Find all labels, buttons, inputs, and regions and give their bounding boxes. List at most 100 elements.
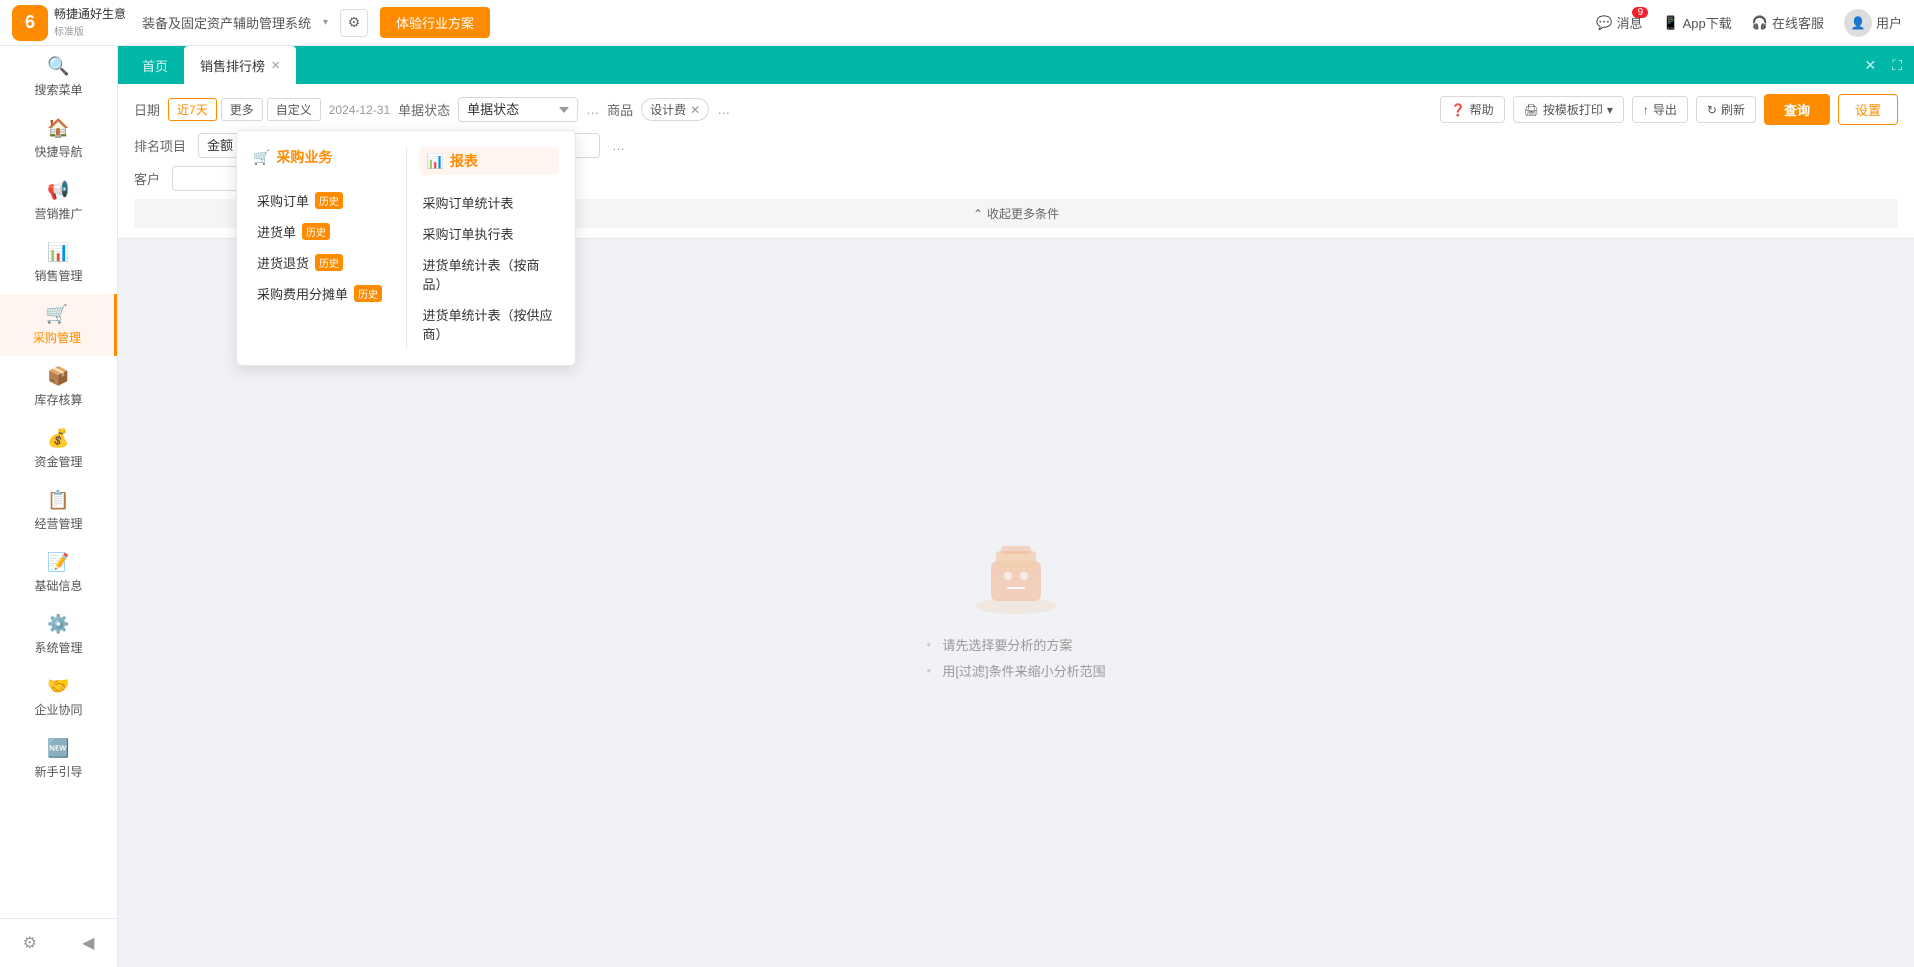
goods-tag-close[interactable]: ✕ xyxy=(690,103,700,117)
top-bar: 6 畅捷通好生意 标准版 装备及固定资产辅助管理系统 ▾ ⚙ 体验行业方案 💬 … xyxy=(0,0,1914,46)
doc-status-more[interactable]: … xyxy=(586,102,599,117)
dropdown-item-purchase-receipt[interactable]: 进货单 历史 xyxy=(253,216,394,247)
export-button[interactable]: ↑ 导出 xyxy=(1632,96,1688,123)
dropdown-item-purchase-expense[interactable]: 采购费用分摊单 历史 xyxy=(253,278,394,309)
megaphone-icon: 📢 xyxy=(47,180,69,201)
sidebar-item-guide[interactable]: 🆕 新手引导 xyxy=(0,728,117,790)
refresh-icon: ↻ xyxy=(1707,103,1717,117)
sidebar-bottom: ⚙ ◀ xyxy=(0,918,117,967)
goods-tag: 设计费 ✕ xyxy=(641,98,709,121)
dropdown-item-report-3[interactable]: 进货单统计表（按供应商） xyxy=(419,299,560,349)
reports-section-icon: 📊 xyxy=(427,153,444,170)
dropdown-item-purchase-order[interactable]: 采购订单 历史 xyxy=(253,185,394,216)
main-layout: 🔍 搜索菜单 🏠 快捷导航 📢 营销推广 📊 销售管理 🛒 采购管理 📦 库存核… xyxy=(0,46,1914,967)
message-badge: 9 xyxy=(1632,7,1648,18)
sidebar-item-marketing[interactable]: 📢 营销推广 xyxy=(0,170,117,232)
date-quick-buttons: 近7天 更多 自定义 xyxy=(168,98,321,121)
sidebar-item-quick-nav[interactable]: 🏠 快捷导航 xyxy=(0,108,117,170)
user-button[interactable]: 👤 用户 xyxy=(1844,9,1902,37)
dropdown-item-purchase-return[interactable]: 进货退货 历史 xyxy=(253,247,394,278)
refresh-button[interactable]: ↻ 刷新 xyxy=(1696,96,1756,123)
purchase-col: 🛒 采购业务 采购订单 历史 进货单 历史 进货退货 历史 xyxy=(253,147,394,349)
rank-item-label: 排名项目 xyxy=(134,136,186,155)
money-icon: 💰 xyxy=(47,428,69,449)
system-title: 装备及固定资产辅助管理系统 xyxy=(142,13,311,32)
gear-icon: ⚙️ xyxy=(47,614,69,635)
doc-status-label: 单据状态 xyxy=(398,100,450,119)
phone-icon: 📱 xyxy=(1662,15,1678,31)
toolbar-right: ❓ 帮助 🖨 按模板打印 ▾ ↑ 导出 ↻ xyxy=(1440,94,1898,125)
message-button[interactable]: 💬 消息 9 xyxy=(1596,13,1642,32)
sidebar: 🔍 搜索菜单 🏠 快捷导航 📢 营销推广 📊 销售管理 🛒 采购管理 📦 库存核… xyxy=(0,46,118,967)
search-icon: 🔍 xyxy=(47,56,69,77)
history-badge-3: 历史 xyxy=(354,285,382,302)
dropdown-item-report-1[interactable]: 采购订单执行表 xyxy=(419,218,560,249)
date-btn-custom[interactable]: 自定义 xyxy=(267,98,321,121)
sidebar-item-enterprise[interactable]: 🤝 企业协同 xyxy=(0,666,117,728)
maximize-window-icon[interactable]: ⛶ xyxy=(1888,53,1906,78)
sidebar-item-search[interactable]: 🔍 搜索菜单 xyxy=(0,46,117,108)
sidebar-item-system[interactable]: ⚙️ 系统管理 xyxy=(0,604,117,666)
tab-sales-ranking[interactable]: 销售排行榜 ✕ xyxy=(184,46,296,84)
empty-tips-list: 请先选择要分析的方案 用[过滤]条件来缩小分析范围 xyxy=(926,633,1105,685)
chart-icon: 📊 xyxy=(47,242,69,263)
help-button[interactable]: ❓ 帮助 xyxy=(1440,96,1505,123)
toolbar-row: 日期 近7天 更多 自定义 2024-12-31 单据状态 单据状态 … xyxy=(134,94,1898,125)
top-right-area: 💬 消息 9 📱 App下载 🎧 在线客服 👤 用户 xyxy=(1596,9,1902,37)
empty-tip-1: 请先选择要分析的方案 xyxy=(926,633,1105,659)
sidebar-item-basic-info[interactable]: 📝 基础信息 xyxy=(0,542,117,604)
goods-label: 商品 xyxy=(607,100,633,119)
print-button[interactable]: 🖨 按模板打印 ▾ xyxy=(1513,96,1624,123)
dropdown-item-report-2[interactable]: 进货单统计表（按商品） xyxy=(419,249,560,299)
purchase-dropdown-menu: 🛒 采购业务 采购订单 历史 进货单 历史 进货退货 历史 xyxy=(236,130,576,366)
purchase-section-icon: 🛒 xyxy=(253,149,270,166)
info-icon: 📝 xyxy=(47,552,69,573)
reports-col-title: 📊 报表 xyxy=(419,147,560,175)
date-btn-7days[interactable]: 近7天 xyxy=(168,98,217,121)
date-end-value: 2024-12-31 xyxy=(329,103,390,117)
tab-bar: 首页 销售排行榜 ✕ ✕ ⛶ xyxy=(118,46,1914,84)
question-icon: ❓ xyxy=(1451,103,1466,117)
tab-close-icon[interactable]: ✕ xyxy=(271,59,280,72)
dropdown-item-report-0[interactable]: 采购订单统计表 xyxy=(419,187,560,218)
sidebar-item-operations[interactable]: 📋 经营管理 xyxy=(0,480,117,542)
logo-icon: 6 xyxy=(12,5,48,41)
settings-bottom-btn[interactable]: ⚙ xyxy=(15,929,45,957)
empty-illustration xyxy=(966,521,1066,621)
reports-col: 📊 报表 采购订单统计表 采购订单执行表 进货单统计表（按商品） 进货单统计表（… xyxy=(419,147,560,349)
industry-button[interactable]: 体验行业方案 xyxy=(380,7,490,38)
handshake-icon: 🤝 xyxy=(47,676,69,697)
app-download-button[interactable]: 📱 App下载 xyxy=(1662,13,1731,32)
customer-label: 客户 xyxy=(134,169,160,188)
new-icon: 🆕 xyxy=(47,738,69,759)
dropdown-divider xyxy=(406,147,407,349)
sidebar-item-purchase[interactable]: 🛒 采购管理 xyxy=(0,294,117,356)
gear-button[interactable]: ⚙ xyxy=(340,9,368,37)
sidebar-item-sales[interactable]: 📊 销售管理 xyxy=(0,232,117,294)
history-badge-2: 历史 xyxy=(315,254,343,271)
logo-text: 畅捷通好生意 标准版 xyxy=(54,7,126,38)
history-badge-0: 历史 xyxy=(315,192,343,209)
history-badge-1: 历史 xyxy=(302,223,330,240)
sidebar-item-inventory[interactable]: 📦 库存核算 xyxy=(0,356,117,418)
goods-more[interactable]: … xyxy=(717,102,730,117)
logo-area: 6 畅捷通好生意 标准版 xyxy=(12,5,130,41)
tab-bar-actions: ✕ ⛶ xyxy=(1860,53,1906,78)
print-arrow: ▾ xyxy=(1607,103,1613,117)
close-window-icon[interactable]: ✕ xyxy=(1860,53,1880,78)
date-label: 日期 xyxy=(134,100,160,119)
date-btn-more[interactable]: 更多 xyxy=(221,98,263,121)
print-icon: 🖨 xyxy=(1524,103,1539,117)
message-icon: 💬 xyxy=(1596,15,1612,31)
online-service-button[interactable]: 🎧 在线客服 xyxy=(1752,13,1824,32)
export-icon: ↑ xyxy=(1643,103,1649,117)
tab-home[interactable]: 首页 xyxy=(126,46,184,84)
salesperson-more[interactable]: … xyxy=(612,138,625,153)
home-icon: 🏠 xyxy=(47,118,69,139)
doc-status-select[interactable]: 单据状态 xyxy=(458,97,578,122)
settings-button[interactable]: 设置 xyxy=(1838,94,1898,125)
system-dropdown-arrow[interactable]: ▾ xyxy=(323,17,328,28)
sidebar-item-finance[interactable]: 💰 资金管理 xyxy=(0,418,117,480)
query-button[interactable]: 查询 xyxy=(1764,94,1830,125)
collapse-sidebar-btn[interactable]: ◀ xyxy=(74,929,102,957)
